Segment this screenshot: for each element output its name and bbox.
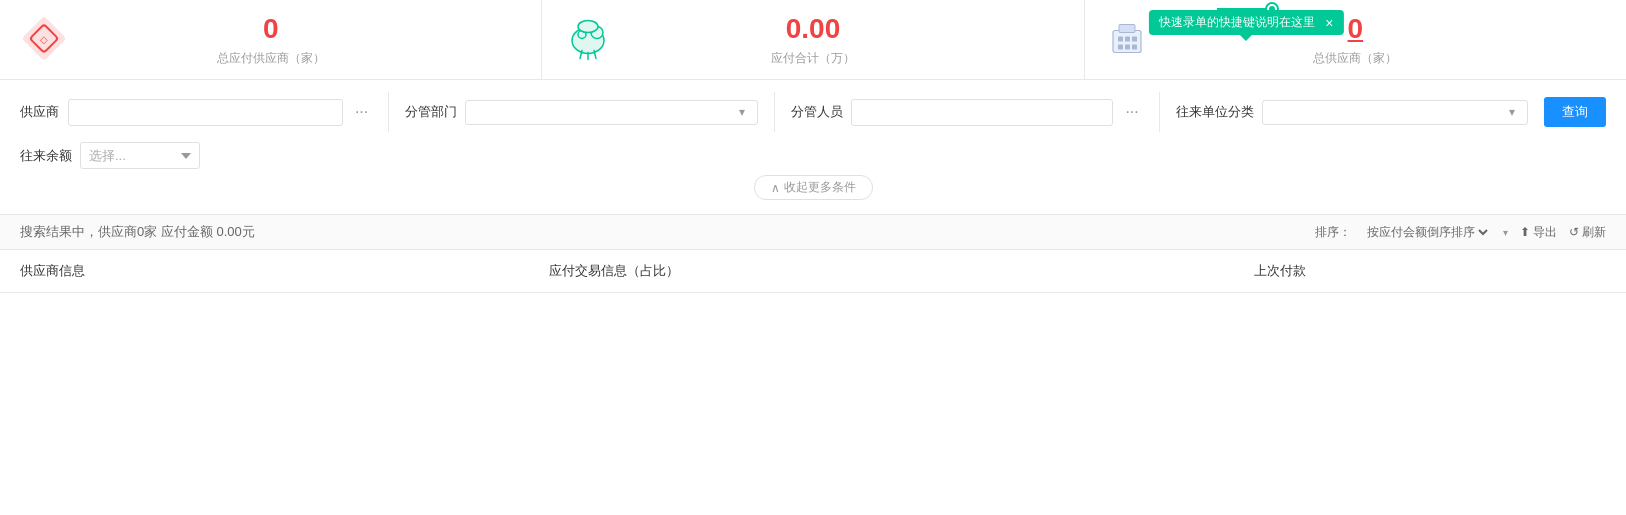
unit-class-label: 往来单位分类 [1176,103,1254,121]
supplier-input[interactable] [68,99,343,126]
export-label: 导出 [1533,224,1557,241]
svg-rect-12 [1118,36,1123,41]
search-bar: 供应商 ··· 分管部门 ▾ 分管人员 ··· 往来单位分类 ▾ [0,80,1626,215]
tooltip-bubble: 快速录单的快捷键说明在这里 × [1149,10,1343,35]
col-lastpay-header: 上次付款 [1254,262,1606,280]
unit-class-field: 往来单位分类 ▾ [1176,100,1528,125]
collapse-btn-label: 收起更多条件 [784,179,856,196]
table-header: 供应商信息 应付交易信息（占比） 上次付款 [0,250,1626,293]
table-body [0,293,1626,515]
unit-class-dropdown[interactable]: ▾ [1262,100,1528,125]
tooltip-text: 快速录单的快捷键说明在这里 [1159,14,1315,31]
unit-class-dropdown-btn[interactable]: ▾ [1505,105,1519,119]
results-actions: 排序： 按应付会额倒序排序 ▾ ⬆ 导出 ↺ 刷新 [1315,224,1606,241]
search-row-1: 供应商 ··· 分管部门 ▾ 分管人员 ··· 往来单位分类 ▾ [20,92,1606,132]
col-supplier-header: 供应商信息 [20,262,549,280]
search-row-2: 往来余额 选择... [20,142,1606,169]
total-suppliers-label: 总供应商（家） [1313,50,1397,67]
supplier-dots-btn[interactable]: ··· [351,103,372,121]
chevron-down-icon: ▾ [1503,227,1508,238]
export-icon: ⬆ [1520,225,1530,239]
svg-rect-14 [1132,36,1137,41]
supplier-field: 供应商 ··· [20,99,372,126]
total-suppliers-number: 0 [1348,12,1364,46]
svg-rect-13 [1125,36,1130,41]
person-input[interactable] [851,99,1114,126]
unit-class-input[interactable] [1271,105,1505,120]
dept-dropdown-btn[interactable]: ▾ [735,105,749,119]
dept-label: 分管部门 [405,103,457,121]
sort-select[interactable]: 按应付会额倒序排序 [1363,224,1491,240]
results-info: 搜索结果中，供应商0家 应付金额 0.00元 [20,223,255,241]
collapse-btn[interactable]: ∧ 收起更多条件 [754,175,873,200]
balance-label: 往来余额 [20,147,72,165]
balance-select[interactable]: 选择... [80,142,200,169]
export-button[interactable]: ⬆ 导出 [1520,224,1557,241]
person-label: 分管人员 [791,103,843,121]
stat-payable-total: 0.00 应付合计（万） [542,0,1084,79]
person-field: 分管人员 ··· [791,99,1143,126]
payable-suppliers-label: 总应付供应商（家） [217,50,325,67]
payable-total-label: 应付合计（万） [771,50,855,67]
dept-dropdown[interactable]: ▾ [465,100,757,125]
piggy-icon [562,12,614,67]
svg-rect-11 [1119,24,1135,32]
building-icon [1105,16,1149,63]
person-dots-btn[interactable]: ··· [1121,103,1142,121]
refresh-icon: ↺ [1569,225,1579,239]
refresh-button[interactable]: ↺ 刷新 [1569,224,1606,241]
diamond-icon: ◇ [20,14,68,65]
collapse-arrow-icon: ∧ [771,181,780,195]
dept-field: 分管部门 ▾ [405,100,757,125]
svg-text:◇: ◇ [40,33,48,44]
payable-suppliers-number: 0 [263,12,279,46]
results-bar: 搜索结果中，供应商0家 应付金额 0.00元 排序： 按应付会额倒序排序 ▾ ⬆… [0,215,1626,250]
balance-field: 往来余额 选择... [20,142,200,169]
svg-rect-17 [1132,44,1137,49]
svg-point-6 [578,20,598,32]
refresh-label: 刷新 [1582,224,1606,241]
payable-total-number: 0.00 [786,12,841,46]
divider-1 [388,92,389,132]
query-button[interactable]: 查询 [1544,97,1606,127]
top-stats-bar: ◇ 0 总应付供应商（家） 0.00 应付合计（万） [0,0,1626,80]
svg-rect-15 [1118,44,1123,49]
stat-total-suppliers: 0 总供应商（家） 快速录单的快捷键说明在这里 × [1085,0,1626,79]
supplier-label: 供应商 [20,103,60,121]
divider-3 [1159,92,1160,132]
dept-input[interactable] [474,105,734,120]
divider-2 [774,92,775,132]
svg-rect-16 [1125,44,1130,49]
stat-payable-suppliers: ◇ 0 总应付供应商（家） [0,0,542,79]
collapse-row: ∧ 收起更多条件 [20,169,1606,202]
col-transaction-header: 应付交易信息（占比） [549,262,1254,280]
tooltip-close-btn[interactable]: × [1325,15,1333,31]
sort-label: 排序： [1315,224,1351,241]
